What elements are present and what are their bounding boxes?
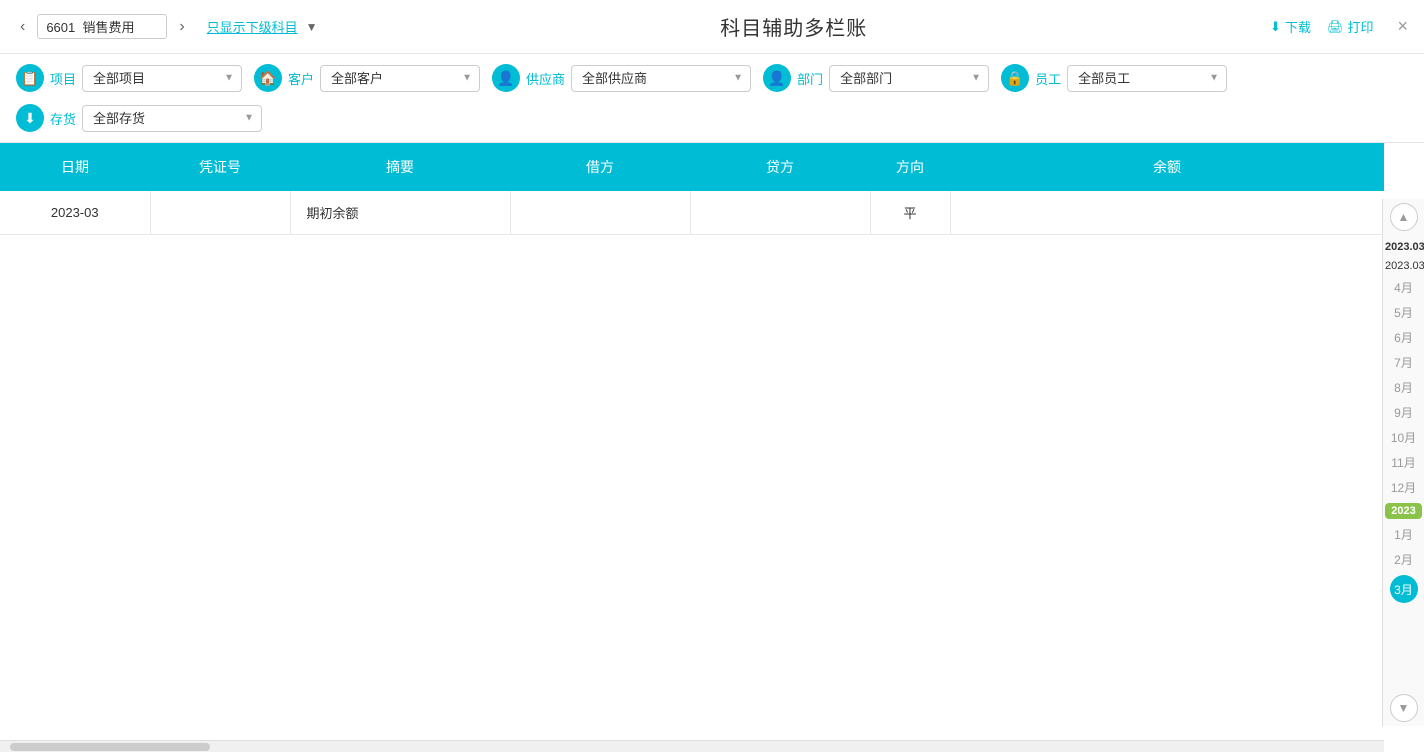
customer-icon: 🏠 bbox=[254, 64, 282, 92]
filter-department: 👤 部门 全部部门 bbox=[763, 64, 989, 92]
employee-label: 员工 bbox=[1035, 69, 1061, 88]
download-icon: ⬇ bbox=[1270, 19, 1281, 35]
timeline-header[interactable]: 2023.03 bbox=[1383, 237, 1424, 257]
scroll-bar-area[interactable] bbox=[0, 740, 1384, 752]
timeline-items: 2023.032023.034月5月6月7月8月9月10月11月12月20231… bbox=[1383, 235, 1424, 690]
timeline-month[interactable]: 8月 bbox=[1383, 375, 1424, 400]
account-input[interactable] bbox=[37, 14, 167, 39]
scroll-bar-thumb[interactable] bbox=[10, 743, 210, 751]
col-header-debit: 借方 bbox=[510, 143, 690, 191]
timeline-month[interactable]: 1月 bbox=[1383, 522, 1424, 547]
employee-icon: 🔒 bbox=[1001, 64, 1029, 92]
employee-select-wrapper: 全部员工 bbox=[1067, 65, 1227, 92]
table-header-row: 日期 凭证号 摘要 借方 贷方 方向 余额 bbox=[0, 143, 1384, 191]
cell-credit bbox=[690, 191, 870, 235]
inventory-label: 存货 bbox=[50, 109, 76, 128]
project-label: 项目 bbox=[50, 69, 76, 88]
timeline-month[interactable]: 5月 bbox=[1383, 300, 1424, 325]
timeline-down-btn[interactable]: ▼ bbox=[1390, 694, 1418, 722]
project-select-wrapper: 全部项目 bbox=[82, 65, 242, 92]
col-header-credit: 贷方 bbox=[690, 143, 870, 191]
download-label: 下载 bbox=[1285, 17, 1311, 36]
supplier-icon: 👤 bbox=[492, 64, 520, 92]
timeline-month[interactable]: 10月 bbox=[1383, 425, 1424, 450]
department-select-wrapper: 全部部门 bbox=[829, 65, 989, 92]
timeline-month[interactable]: 2月 bbox=[1383, 547, 1424, 572]
print-icon: 🖨 bbox=[1327, 19, 1344, 35]
print-label: 打印 bbox=[1347, 17, 1373, 36]
department-label: 部门 bbox=[797, 69, 823, 88]
inventory-icon: ⬇ bbox=[16, 104, 44, 132]
timeline-subheader[interactable]: 2023.03 bbox=[1383, 257, 1424, 275]
timeline: ▲ 2023.032023.034月5月6月7月8月9月10月11月12月202… bbox=[1382, 199, 1424, 726]
timeline-month[interactable]: 6月 bbox=[1383, 325, 1424, 350]
col-header-balance: 余额 bbox=[950, 143, 1384, 191]
col-header-date: 日期 bbox=[0, 143, 150, 191]
next-account-btn[interactable]: › bbox=[175, 16, 188, 38]
main-container: ‹ › 只显示下级科目 ▼ 科目辅助多栏账 ⬇ 下载 🖨 打印 × 📋 项目 bbox=[0, 0, 1424, 752]
table-body: 2023-03 期初余额 平 bbox=[0, 191, 1384, 235]
prev-account-btn[interactable]: ‹ bbox=[16, 16, 29, 38]
cell-date: 2023-03 bbox=[0, 191, 150, 235]
show-sub-dropdown-icon[interactable]: ▼ bbox=[306, 20, 318, 34]
top-bar: ‹ › 只显示下级科目 ▼ 科目辅助多栏账 ⬇ 下载 🖨 打印 × bbox=[0, 0, 1424, 54]
filter-inventory: ⬇ 存货 全部存货 bbox=[16, 104, 262, 132]
supplier-select-wrapper: 全部供应商 bbox=[571, 65, 751, 92]
cell-balance bbox=[950, 191, 1384, 235]
filter-customer: 🏠 客户 全部客户 bbox=[254, 64, 480, 92]
project-select[interactable]: 全部项目 bbox=[82, 65, 242, 92]
ledger-table: 日期 凭证号 摘要 借方 贷方 方向 余额 2023-03 期初余额 平 bbox=[0, 143, 1384, 235]
cell-summary: 期初余额 bbox=[290, 191, 510, 235]
timeline-year-badge[interactable]: 2023 bbox=[1385, 503, 1421, 519]
filter-employee: 🔒 员工 全部员工 bbox=[1001, 64, 1227, 92]
table-row[interactable]: 2023-03 期初余额 平 bbox=[0, 191, 1384, 235]
timeline-month[interactable]: 7月 bbox=[1383, 350, 1424, 375]
timeline-month[interactable]: 12月 bbox=[1383, 475, 1424, 500]
inventory-select-wrapper: 全部存货 bbox=[82, 105, 262, 132]
page-title: 科目辅助多栏账 bbox=[326, 12, 1262, 41]
filter-supplier: 👤 供应商 全部供应商 bbox=[492, 64, 751, 92]
timeline-active-month[interactable]: 3月 bbox=[1390, 575, 1418, 603]
filter-row: 📋 项目 全部项目 🏠 客户 全部客户 👤 供应商 bbox=[0, 54, 1424, 143]
show-sub-label[interactable]: 只显示下级科目 bbox=[207, 17, 298, 36]
toolbar-actions: ⬇ 下载 🖨 打印 × bbox=[1270, 16, 1408, 37]
customer-select-wrapper: 全部客户 bbox=[320, 65, 480, 92]
customer-select[interactable]: 全部客户 bbox=[320, 65, 480, 92]
department-icon: 👤 bbox=[763, 64, 791, 92]
timeline-month[interactable]: 11月 bbox=[1383, 450, 1424, 475]
download-btn[interactable]: ⬇ 下载 bbox=[1270, 17, 1311, 36]
close-btn[interactable]: × bbox=[1397, 16, 1408, 37]
filter-project: 📋 项目 全部项目 bbox=[16, 64, 242, 92]
cell-debit bbox=[510, 191, 690, 235]
col-header-summary: 摘要 bbox=[290, 143, 510, 191]
table-wrapper: 日期 凭证号 摘要 借方 贷方 方向 余额 2023-03 期初余额 平 bbox=[0, 143, 1424, 740]
col-header-direction: 方向 bbox=[870, 143, 950, 191]
employee-select[interactable]: 全部员工 bbox=[1067, 65, 1227, 92]
department-select[interactable]: 全部部门 bbox=[829, 65, 989, 92]
account-code-box bbox=[37, 14, 167, 39]
timeline-month[interactable]: 9月 bbox=[1383, 400, 1424, 425]
cell-voucher bbox=[150, 191, 290, 235]
project-icon: 📋 bbox=[16, 64, 44, 92]
print-btn[interactable]: 🖨 打印 bbox=[1327, 17, 1374, 36]
col-header-voucher: 凭证号 bbox=[150, 143, 290, 191]
inventory-select[interactable]: 全部存货 bbox=[82, 105, 262, 132]
supplier-label: 供应商 bbox=[526, 69, 565, 88]
supplier-select[interactable]: 全部供应商 bbox=[571, 65, 751, 92]
timeline-up-btn[interactable]: ▲ bbox=[1390, 203, 1418, 231]
timeline-month[interactable]: 4月 bbox=[1383, 275, 1424, 300]
cell-direction: 平 bbox=[870, 191, 950, 235]
customer-label: 客户 bbox=[288, 69, 314, 88]
